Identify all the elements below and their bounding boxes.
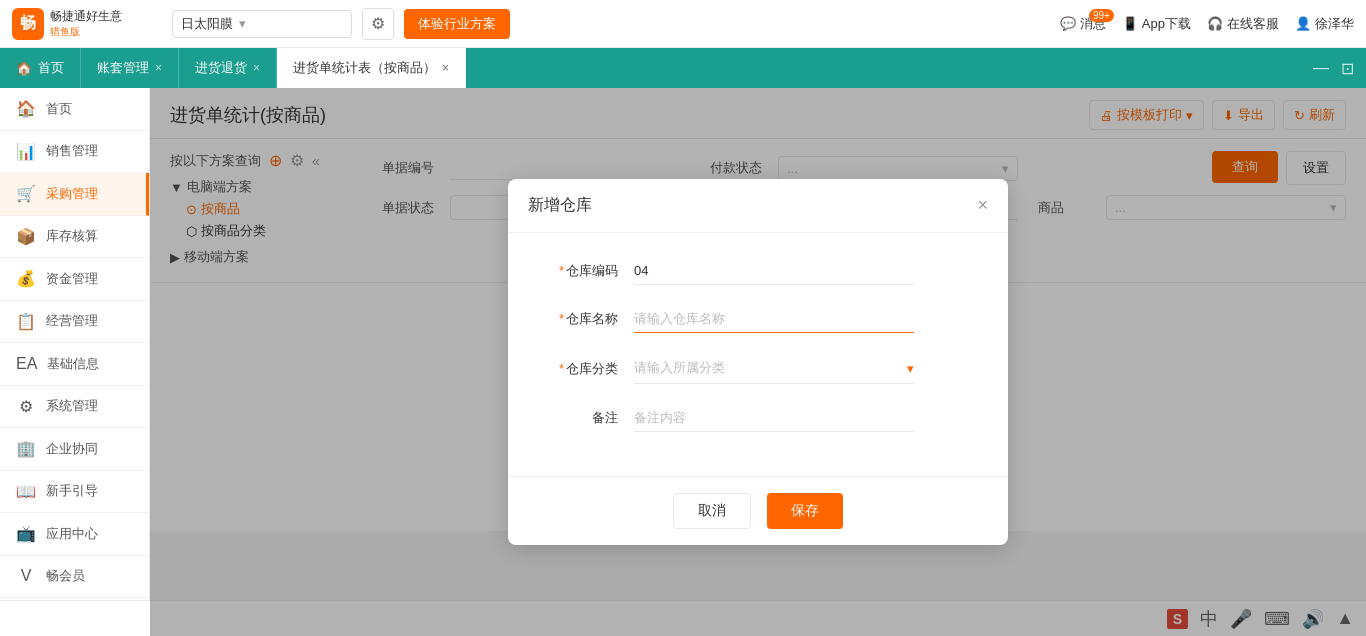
content-area: 进货单统计(按商品) 🖨 按模板打印 ▾ ⬇ 导出 ↻ 刷新 — [150, 88, 1366, 636]
form-row-code: 仓库编码 — [548, 257, 968, 285]
sidebar-item-finance[interactable]: 💰 资金管理 — [0, 258, 149, 301]
gear-button[interactable]: ⚙ — [362, 8, 394, 40]
remark-label: 备注 — [548, 409, 618, 427]
sidebar: 🏠 首页 📊 销售管理 🛒 采购管理 📦 库存核算 💰 资金管理 📋 经营管理 … — [0, 88, 150, 636]
search-value: 日太阳膜 — [181, 15, 233, 33]
finance-icon: 💰 — [16, 269, 36, 288]
dialog-new-warehouse: 新增仓库 × 仓库编码 仓库名称 仓库 — [508, 179, 1008, 545]
form-row-category: 仓库分类 请输入所属分类 ▾ — [548, 353, 968, 384]
guide-icon: 📖 — [16, 482, 36, 501]
minimize-icon[interactable]: — — [1309, 57, 1333, 79]
home-sidebar-icon: 🏠 — [16, 99, 36, 118]
operations-icon: 📋 — [16, 312, 36, 331]
main-layout: 🏠 首页 📊 销售管理 🛒 采购管理 📦 库存核算 💰 资金管理 📋 经营管理 … — [0, 88, 1366, 636]
vip-icon: V — [16, 567, 36, 585]
tab-purchase-stats[interactable]: 进货单统计表（按商品） × — [277, 48, 466, 88]
form-row-name: 仓库名称 — [548, 305, 968, 333]
basics-icon: EA — [16, 355, 37, 373]
tab-window-controls: — ⊡ — [1309, 57, 1366, 80]
top-header: 畅 畅捷通好生意 猎鱼版 日太阳膜 ▾ ⚙ 体验行业方案 💬 消息 99+ 📱 … — [0, 0, 1366, 48]
dropdown-arrow-icon: ▾ — [239, 16, 246, 31]
sidebar-item-operations[interactable]: 📋 经营管理 — [0, 301, 149, 344]
purchase-icon: 🛒 — [16, 184, 36, 203]
home-icon: 🏠 — [16, 61, 32, 76]
sidebar-item-system[interactable]: ⚙ 系统管理 — [0, 386, 149, 429]
dialog-body: 仓库编码 仓库名称 仓库分类 请输入所属分类 ▾ — [508, 233, 1008, 476]
user-icon: 👤 — [1295, 16, 1311, 31]
message-item[interactable]: 💬 消息 99+ — [1060, 15, 1106, 33]
logo-text: 畅捷通好生意 猎鱼版 — [50, 8, 122, 39]
inventory-icon: 📦 — [16, 227, 36, 246]
search-bar[interactable]: 日太阳膜 ▾ — [172, 10, 352, 38]
tab-accounts[interactable]: 账套管理 × — [81, 48, 179, 88]
sidebar-item-inventory[interactable]: 📦 库存核算 — [0, 216, 149, 259]
dialog-overlay: 新增仓库 × 仓库编码 仓库名称 仓库 — [150, 88, 1366, 636]
dialog-close-icon[interactable]: × — [977, 195, 988, 216]
dialog-header: 新增仓库 × — [508, 179, 1008, 233]
logo-area: 畅 畅捷通好生意 猎鱼版 — [12, 8, 162, 40]
tab-bar: 🏠 首页 账套管理 × 进货退货 × 进货单统计表（按商品） × — ⊡ — [0, 48, 1366, 88]
dialog-footer: 取消 保存 — [508, 476, 1008, 545]
category-arrow-icon: ▾ — [907, 361, 914, 376]
remark-input[interactable] — [634, 404, 914, 432]
app-download-item[interactable]: 📱 App下载 — [1122, 15, 1191, 33]
message-icon: 💬 — [1060, 16, 1076, 31]
sidebar-item-vip[interactable]: V 畅会员 — [0, 556, 149, 599]
sidebar-item-sales[interactable]: 📊 销售管理 — [0, 131, 149, 174]
category-label: 仓库分类 — [548, 360, 618, 378]
dialog-title: 新增仓库 — [528, 195, 592, 216]
headset-icon: 🎧 — [1207, 16, 1223, 31]
tab-close-purchase-stats[interactable]: × — [442, 61, 449, 75]
warehouse-name-input[interactable] — [634, 305, 914, 333]
logo-icon: 畅 — [12, 8, 44, 40]
sidebar-item-purchase[interactable]: 🛒 采购管理 — [0, 173, 149, 216]
sidebar-item-basics[interactable]: EA 基础信息 — [0, 343, 149, 386]
tab-home[interactable]: 🏠 首页 — [0, 48, 81, 88]
category-select[interactable]: 请输入所属分类 ▾ — [634, 353, 914, 384]
tab-close-accounts[interactable]: × — [155, 61, 162, 75]
apps-icon: 📺 — [16, 524, 36, 543]
sidebar-item-enterprise[interactable]: 🏢 企业协同 — [0, 428, 149, 471]
trial-button[interactable]: 体验行业方案 — [404, 9, 510, 39]
cancel-button[interactable]: 取消 — [673, 493, 751, 529]
header-right: 💬 消息 99+ 📱 App下载 🎧 在线客服 👤 徐泽华 — [1060, 15, 1354, 33]
save-button[interactable]: 保存 — [767, 493, 843, 529]
sales-icon: 📊 — [16, 142, 36, 161]
user-item[interactable]: 👤 徐泽华 — [1295, 15, 1354, 33]
service-item[interactable]: 🎧 在线客服 — [1207, 15, 1279, 33]
sidebar-item-apps[interactable]: 📺 应用中心 — [0, 513, 149, 556]
warehouse-code-input[interactable] — [634, 257, 914, 285]
maximize-icon[interactable]: ⊡ — [1337, 57, 1358, 80]
sidebar-item-home[interactable]: 🏠 首页 — [0, 88, 149, 131]
tab-close-purchase-return[interactable]: × — [253, 61, 260, 75]
code-label: 仓库编码 — [548, 262, 618, 280]
phone-icon: 📱 — [1122, 16, 1138, 31]
sidebar-item-guide[interactable]: 📖 新手引导 — [0, 471, 149, 514]
name-label: 仓库名称 — [548, 310, 618, 328]
form-row-remark: 备注 — [548, 404, 968, 432]
enterprise-icon: 🏢 — [16, 439, 36, 458]
tab-purchase-return[interactable]: 进货退货 × — [179, 48, 277, 88]
system-icon: ⚙ — [16, 397, 36, 416]
